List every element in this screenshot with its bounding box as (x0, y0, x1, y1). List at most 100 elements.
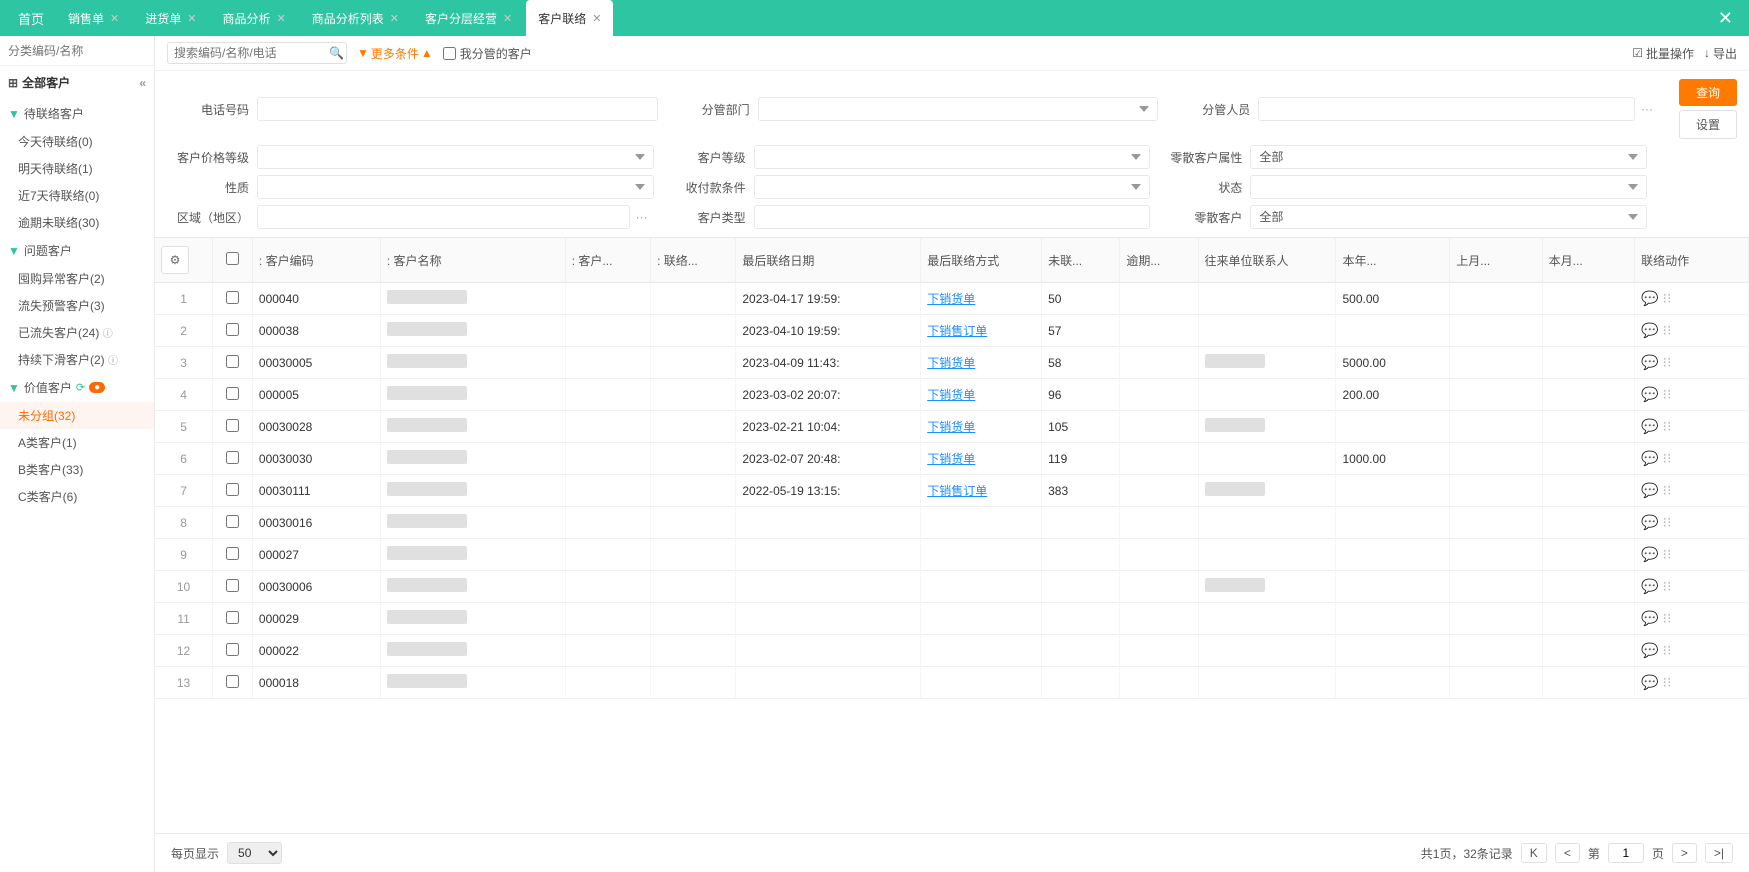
chat-icon[interactable]: 💬 (1641, 674, 1658, 691)
close-product-list-icon[interactable]: ✕ (390, 12, 399, 25)
close-customer-segment-icon[interactable]: ✕ (503, 12, 512, 25)
more-action-icon[interactable]: ⁝⁝ (1663, 322, 1672, 339)
page-number-input[interactable] (1608, 843, 1644, 863)
chat-icon[interactable]: 💬 (1641, 322, 1658, 339)
more-action-icon[interactable]: ⁝⁝ (1663, 578, 1672, 595)
sidebar-item-class-c[interactable]: C类客户(6) (0, 483, 154, 510)
filter-search-box[interactable]: 🔍 (167, 42, 347, 64)
search-button[interactable]: 查询 (1679, 79, 1737, 106)
chat-icon[interactable]: 💬 (1641, 578, 1658, 595)
row-checkbox[interactable] (226, 547, 239, 560)
dept-select[interactable] (758, 97, 1159, 121)
more-action-icon[interactable]: ⁝⁝ (1663, 514, 1672, 531)
sidebar-all-customers[interactable]: ⊞ 全部客户 « (0, 66, 154, 99)
row-checkbox[interactable] (226, 291, 239, 304)
my-customers-checkbox-area[interactable]: 我分管的客户 (443, 45, 532, 62)
chat-icon[interactable]: 💬 (1641, 482, 1658, 499)
sidebar-group-pending[interactable]: ▼ 待联络客户 (0, 99, 154, 128)
sidebar-item-overdue[interactable]: 逾期未联络(30) (0, 209, 154, 236)
select-all-checkbox[interactable] (226, 252, 239, 265)
sidebar-item-ungrouped[interactable]: 未分组(32) (0, 402, 154, 429)
sidebar-search-box[interactable]: 🔍 (0, 36, 154, 66)
row-checkbox[interactable] (226, 579, 239, 592)
prev-page-button[interactable]: < (1555, 843, 1580, 863)
row-checkbox[interactable] (226, 355, 239, 368)
close-product-analysis-icon[interactable]: ✕ (277, 12, 286, 25)
batch-ops-button[interactable]: ☑ 批量操作 (1632, 45, 1694, 62)
collapse-icon[interactable]: « (139, 76, 146, 90)
method-link[interactable]: 下销货单 (927, 420, 975, 434)
chat-icon[interactable]: 💬 (1641, 450, 1658, 467)
more-action-icon[interactable]: ⁝⁝ (1663, 546, 1672, 563)
first-page-button[interactable]: K (1521, 843, 1547, 863)
chat-icon[interactable]: 💬 (1641, 386, 1658, 403)
row-checkbox[interactable] (226, 451, 239, 464)
method-link[interactable]: 下销货单 (927, 388, 975, 402)
row-checkbox[interactable] (226, 419, 239, 432)
export-button[interactable]: ↓ 导出 (1704, 45, 1737, 62)
more-action-icon[interactable]: ⁝⁝ (1663, 482, 1672, 499)
price-level-select[interactable] (257, 145, 654, 169)
sidebar-item-today[interactable]: 今天待联络(0) (0, 128, 154, 155)
filter-search-input[interactable] (174, 46, 329, 60)
row-checkbox[interactable] (226, 515, 239, 528)
person-input[interactable] (1258, 97, 1635, 121)
sidebar-item-class-a[interactable]: A类客户(1) (0, 429, 154, 456)
method-link[interactable]: 下销货单 (927, 292, 975, 306)
nature-select[interactable] (257, 175, 654, 199)
payment-select[interactable] (754, 175, 1151, 199)
sidebar-item-churn-warning[interactable]: 流失预警客户(3) (0, 292, 154, 319)
chat-icon[interactable]: 💬 (1641, 546, 1658, 563)
more-action-icon[interactable]: ⁝⁝ (1663, 290, 1672, 307)
sidebar-group-value[interactable]: ▼ 价值客户 ⟳ ● (0, 373, 154, 402)
close-purchase-icon[interactable]: ✕ (187, 12, 196, 25)
chat-icon[interactable]: 💬 (1641, 514, 1658, 531)
my-customers-checkbox[interactable] (443, 47, 456, 60)
close-sale-icon[interactable]: ✕ (110, 12, 119, 25)
more-action-icon[interactable]: ⁝⁝ (1663, 642, 1672, 659)
last-page-button[interactable]: >| (1705, 843, 1733, 863)
method-link[interactable]: 下销货单 (927, 356, 975, 370)
phone-input[interactable] (257, 97, 658, 121)
chat-icon[interactable]: 💬 (1641, 642, 1658, 659)
region-dots-icon[interactable]: ··· (630, 210, 654, 224)
row-checkbox[interactable] (226, 643, 239, 656)
sidebar-item-hoard-abnormal[interactable]: 囤购异常客户(2) (0, 265, 154, 292)
method-link[interactable]: 下销售订单 (927, 324, 987, 338)
nav-home[interactable]: 首页 (8, 0, 54, 36)
person-dots-icon[interactable]: ··· (1635, 102, 1659, 116)
next-page-button[interactable]: > (1672, 843, 1697, 863)
tab-product-analysis[interactable]: 商品分析 ✕ (210, 0, 297, 36)
sidebar-search-input[interactable] (8, 44, 155, 58)
region-input[interactable] (257, 205, 630, 229)
method-link[interactable]: 下销售订单 (927, 484, 987, 498)
window-close-button[interactable]: ✕ (1710, 8, 1741, 29)
chat-icon[interactable]: 💬 (1641, 290, 1658, 307)
customer-level-select[interactable] (754, 145, 1151, 169)
status-select[interactable] (1250, 175, 1647, 199)
header-checkbox[interactable] (213, 238, 253, 283)
more-action-icon[interactable]: ⁝⁝ (1663, 418, 1672, 435)
tab-customer-contact[interactable]: 客户联络 ✕ (526, 0, 613, 36)
sidebar-item-class-b[interactable]: B类客户(33) (0, 456, 154, 483)
chat-icon[interactable]: 💬 (1641, 418, 1658, 435)
customer-type-input[interactable] (754, 205, 1151, 229)
gear-icon-button[interactable]: ⚙ (161, 246, 189, 274)
retail-customer-select[interactable]: 全部 (1250, 205, 1647, 229)
retail-attr-select[interactable]: 全部 (1250, 145, 1647, 169)
reset-button[interactable]: 设置 (1679, 110, 1737, 139)
refresh-icon[interactable]: ⟳ (76, 381, 85, 394)
tab-purchase[interactable]: 进货单 ✕ (133, 0, 208, 36)
more-action-icon[interactable]: ⁝⁝ (1663, 354, 1672, 371)
row-checkbox[interactable] (226, 483, 239, 496)
more-action-icon[interactable]: ⁝⁝ (1663, 610, 1672, 627)
close-customer-contact-icon[interactable]: ✕ (592, 12, 601, 25)
tab-product-list[interactable]: 商品分析列表 ✕ (300, 0, 411, 36)
sidebar-item-7days[interactable]: 近7天待联络(0) (0, 182, 154, 209)
more-action-icon[interactable]: ⁝⁝ (1663, 674, 1672, 691)
more-action-icon[interactable]: ⁝⁝ (1663, 450, 1672, 467)
row-checkbox[interactable] (226, 323, 239, 336)
sidebar-item-tomorrow[interactable]: 明天待联络(1) (0, 155, 154, 182)
tab-customer-segment[interactable]: 客户分层经营 ✕ (413, 0, 524, 36)
chat-icon[interactable]: 💬 (1641, 610, 1658, 627)
